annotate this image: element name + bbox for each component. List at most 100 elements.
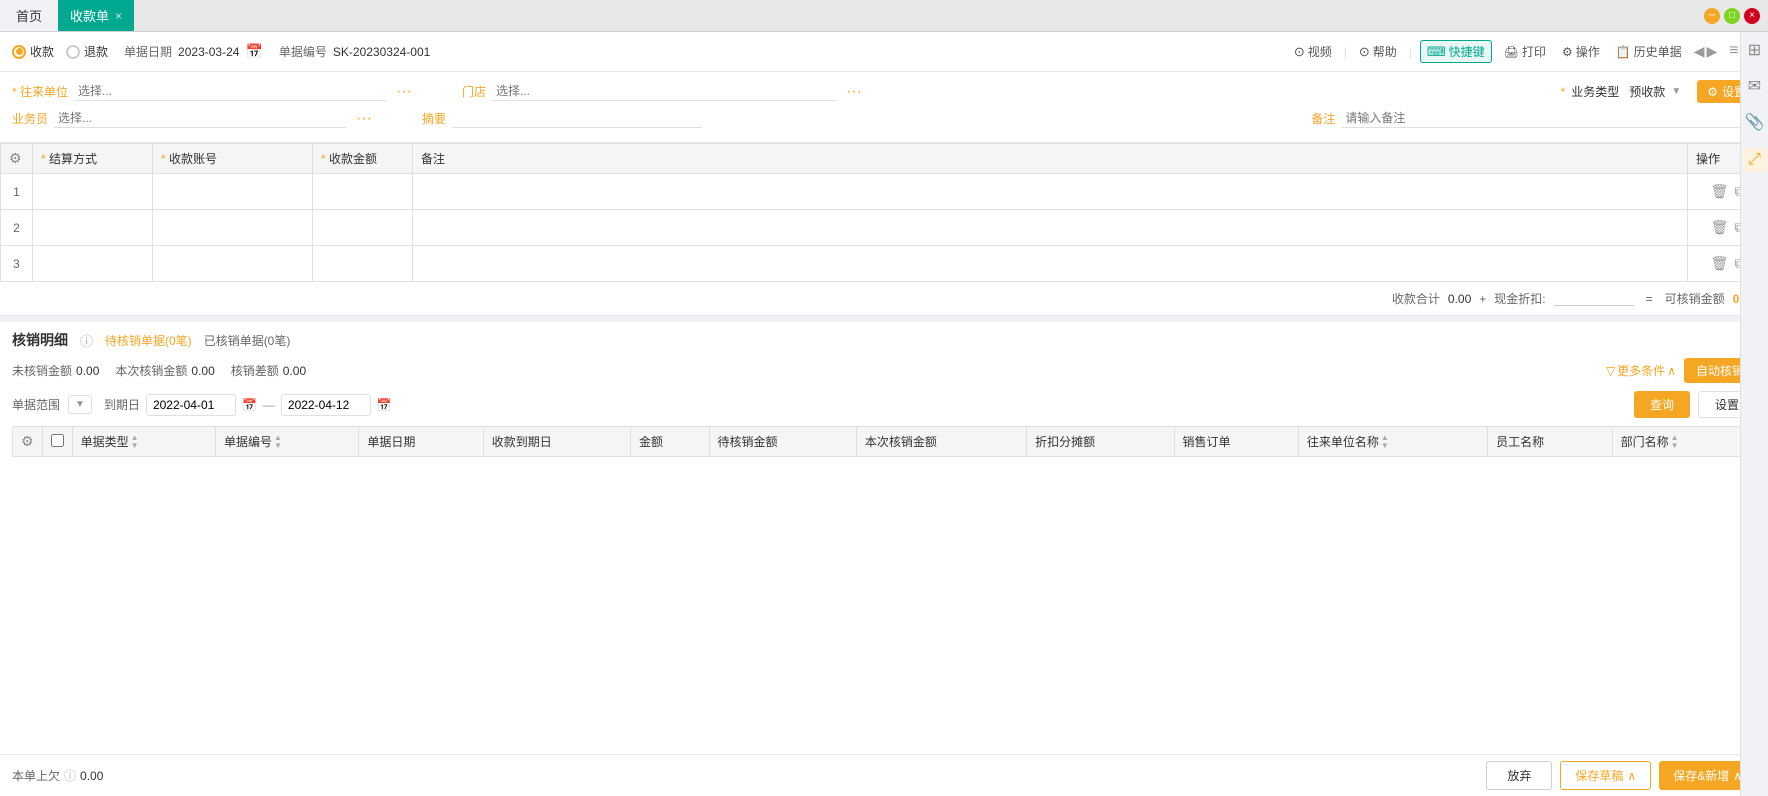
type-sort-arrows[interactable]: ▲ ▼ xyxy=(131,434,139,450)
row-1-remark[interactable] xyxy=(413,174,1688,210)
biz-type-dropdown-icon[interactable]: ▼ xyxy=(1671,86,1681,97)
bottom-info: 本单上欠 ⓘ 0.00 xyxy=(12,767,103,784)
col-checkbox-header[interactable] xyxy=(42,427,72,457)
range-dropdown[interactable]: ▼ xyxy=(68,395,92,414)
table-row: 2 🗑 ⧉ xyxy=(1,210,1768,246)
history-icon: 📋 xyxy=(1616,45,1631,59)
radio-receipt-label: 收款 xyxy=(30,43,54,60)
contact-more-icon[interactable]: ··· xyxy=(396,83,412,101)
done-tab[interactable]: 已核销单据(0笔) xyxy=(204,332,291,349)
store-more-icon[interactable]: ··· xyxy=(846,83,862,101)
row-2-account[interactable] xyxy=(153,210,313,246)
minimize-button[interactable]: ─ xyxy=(1704,8,1720,24)
discount-input[interactable] xyxy=(1554,291,1634,306)
pending-tab[interactable]: 待核销单据(0笔) xyxy=(105,332,192,349)
radio-refund[interactable]: 退款 xyxy=(66,43,108,60)
row-2-remark[interactable] xyxy=(413,210,1688,246)
nav-next-icon[interactable]: ▶ xyxy=(1706,43,1717,60)
bottom-info-icon[interactable]: ⓘ xyxy=(64,767,76,784)
form-row-1: * 往来单位 ··· 门店 ··· * 业务类型 预收款 ▼ ⚙ xyxy=(12,80,1756,103)
query-button[interactable]: 查询 xyxy=(1634,391,1690,418)
partner-sort-arrows[interactable]: ▲ ▼ xyxy=(1381,434,1389,450)
col-settings-2-header[interactable]: ⚙ xyxy=(13,427,43,457)
calendar-to-icon[interactable]: 📅 xyxy=(377,398,392,412)
bottom-bar: 本单上欠 ⓘ 0.00 放弃 保存草稿 ∧ 保存&新增 ∧ xyxy=(0,754,1768,796)
unverified-stat: 未核销金额 0.00 xyxy=(12,362,99,379)
row-3-settlement[interactable] xyxy=(33,246,153,282)
current-label: 本次核销金额 xyxy=(115,362,187,379)
sidebar-expand-icon[interactable]: ⤢ xyxy=(1743,148,1767,172)
staff-field: 业务员 ··· xyxy=(12,109,372,128)
date-to-input[interactable] xyxy=(281,394,371,416)
row-1-account[interactable] xyxy=(153,174,313,210)
radio-receipt[interactable]: 收款 xyxy=(12,43,54,60)
sidebar-mail-icon[interactable]: ✉ xyxy=(1748,76,1761,96)
bottom-table-header: ⚙ 单据类型 ▲ ▼ xyxy=(13,427,1756,457)
toolbar-right: ⊙ 视频 | ⊙ 帮助 | ⌨ 快捷键 🖨 打印 ⚙ 操作 📋 xyxy=(1290,40,1756,63)
abandon-button[interactable]: 放弃 xyxy=(1486,761,1552,790)
tab-close-icon[interactable]: × xyxy=(115,9,122,23)
row-3-account[interactable] xyxy=(153,246,313,282)
gear-settings-2-icon[interactable]: ⚙ xyxy=(21,433,34,449)
right-sidebar: ⊞ ✉ 📎 ⤢ xyxy=(1740,32,1768,796)
video-button[interactable]: ⊙ 视频 xyxy=(1290,41,1336,62)
required-star: * xyxy=(12,85,17,99)
chevron-up-icon: ∧ xyxy=(1667,364,1676,378)
history-button[interactable]: 📋 历史单据 xyxy=(1612,41,1686,62)
staff-more-icon[interactable]: ··· xyxy=(356,110,372,128)
col-settlement-header: * 结算方式 xyxy=(33,144,153,174)
sidebar-table-icon[interactable]: ⊞ xyxy=(1748,40,1761,60)
save-draft-button[interactable]: 保存草稿 ∧ xyxy=(1560,761,1651,790)
summary-input[interactable] xyxy=(452,109,702,128)
number-sort-arrows[interactable]: ▲ ▼ xyxy=(274,434,282,450)
more-conditions-button[interactable]: ▽ 更多条件 ∧ xyxy=(1606,362,1676,379)
row-1-settlement[interactable] xyxy=(33,174,153,210)
calendar-from-icon[interactable]: 📅 xyxy=(242,398,257,412)
gear-settings-icon[interactable]: ⚙ xyxy=(9,150,22,166)
nav-prev-icon[interactable]: ◀ xyxy=(1694,43,1705,60)
help-button[interactable]: ⊙ 帮助 xyxy=(1355,41,1401,62)
operation-button[interactable]: ⚙ 操作 xyxy=(1558,41,1604,62)
col-dept-header: 部门名称 ▲ ▼ xyxy=(1612,427,1755,457)
store-input[interactable] xyxy=(492,82,836,101)
close-button[interactable]: × xyxy=(1744,8,1760,24)
select-all-checkbox[interactable] xyxy=(51,434,64,447)
biz-type-value: 预收款 xyxy=(1629,83,1665,100)
row-3-amount[interactable] xyxy=(313,246,413,282)
row-3-remark[interactable] xyxy=(413,246,1688,282)
plus-sign: + xyxy=(1479,292,1486,306)
calendar-icon[interactable]: 📅 xyxy=(245,43,262,60)
contact-input[interactable] xyxy=(74,82,386,101)
row-3-delete-icon[interactable]: 🗑 xyxy=(1711,255,1729,272)
bottom-table: ⚙ 单据类型 ▲ ▼ xyxy=(12,426,1756,457)
col-settings-header[interactable]: ⚙ xyxy=(1,144,33,174)
maximize-button[interactable]: □ xyxy=(1724,8,1740,24)
range-field: 单据范围 ▼ xyxy=(12,395,92,414)
col-amount-header: * 收款金额 xyxy=(313,144,413,174)
biz-type-field: * 业务类型 预收款 ▼ xyxy=(1561,83,1682,100)
row-2-settlement[interactable] xyxy=(33,210,153,246)
remark-input[interactable] xyxy=(1341,109,1756,128)
number-label: 单据编号 xyxy=(279,43,327,60)
top-toolbar: 收款 退款 单据日期 2023-03-24 📅 单据编号 SK-20230324… xyxy=(0,32,1768,72)
sidebar-attachment-icon[interactable]: 📎 xyxy=(1745,112,1765,132)
verify-info-icon[interactable]: ⓘ xyxy=(80,331,93,350)
list-view-icon[interactable]: ≡ xyxy=(1729,42,1738,62)
row-2-delete-icon[interactable]: 🗑 xyxy=(1711,219,1729,236)
row-2-amount[interactable] xyxy=(313,210,413,246)
shortcut-button[interactable]: ⌨ 快捷键 xyxy=(1420,40,1492,63)
col-due-header: 收款到期日 xyxy=(483,427,630,457)
date-from-input[interactable] xyxy=(146,394,236,416)
current-value: 0.00 xyxy=(191,364,214,378)
tab-active[interactable]: 收款单 × xyxy=(58,0,134,31)
staff-input[interactable] xyxy=(54,109,346,128)
date-value: 2023-03-24 xyxy=(178,45,239,59)
tab-home[interactable]: 首页 xyxy=(0,0,58,31)
form-row-2: 业务员 ··· 摘要 备注 xyxy=(12,109,1756,128)
main-table: ⚙ * 结算方式 * 收款账号 * 收款金额 备注 操作 xyxy=(0,143,1768,282)
dept-sort-arrows[interactable]: ▲ ▼ xyxy=(1671,434,1679,450)
row-1-delete-icon[interactable]: 🗑 xyxy=(1711,183,1729,200)
print-button[interactable]: 🖨 打印 xyxy=(1500,41,1550,62)
row-1-amount[interactable] xyxy=(313,174,413,210)
net-label: 可核销金额 xyxy=(1665,290,1725,307)
